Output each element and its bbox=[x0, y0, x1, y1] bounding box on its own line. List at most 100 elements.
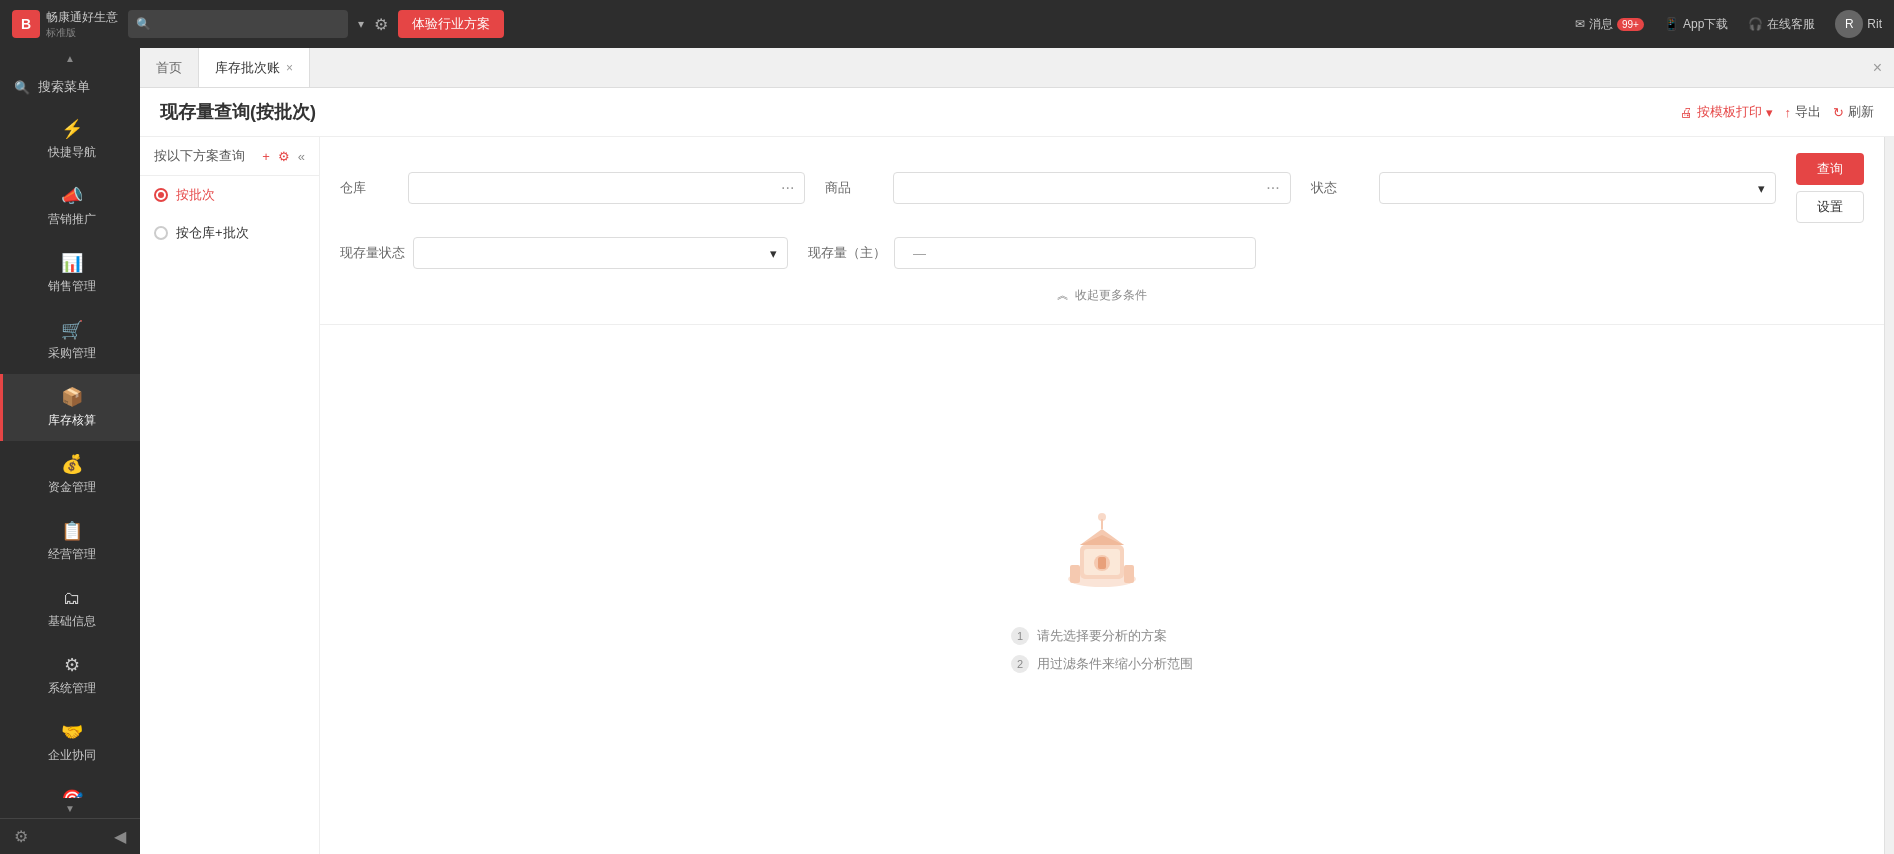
query-button[interactable]: 查询 bbox=[1796, 153, 1864, 185]
status-dropdown-icon: ▾ bbox=[1758, 181, 1765, 196]
status-select[interactable]: ▾ bbox=[1379, 172, 1776, 204]
sidebar-item-quick-nav[interactable]: ⚡ 快捷导航 bbox=[0, 106, 140, 173]
stock-status-select[interactable]: ▾ bbox=[413, 237, 788, 269]
sidebar-item-inventory[interactable]: 📦 库存核算 bbox=[0, 374, 140, 441]
settings-bottom-icon[interactable]: ⚙ bbox=[14, 827, 28, 846]
export-icon: ↑ bbox=[1785, 105, 1792, 120]
tab-home-label: 首页 bbox=[156, 59, 182, 77]
collapse-icon: ︽ bbox=[1057, 287, 1069, 304]
logo-text-group: 畅康通好生意 标准版 bbox=[46, 9, 118, 40]
print-dropdown-icon[interactable]: ▾ bbox=[1766, 105, 1773, 120]
status-label: 状态 bbox=[1311, 179, 1371, 197]
trial-button[interactable]: 体验行业方案 bbox=[398, 10, 504, 38]
tab-bar: 首页 库存批次账 × × bbox=[140, 48, 1894, 88]
user-item[interactable]: R Rit bbox=[1835, 10, 1882, 38]
sidebar: ▲ 🔍 搜索菜单 ⚡ 快捷导航 📣 营销推广 📊 销售管理 🛒 采购管理 bbox=[0, 48, 140, 854]
app-download-label: App下载 bbox=[1683, 16, 1728, 33]
search-bar[interactable]: 🔍 bbox=[128, 10, 348, 38]
avatar: R bbox=[1835, 10, 1863, 38]
scheme-by-batch[interactable]: 按批次 bbox=[140, 176, 319, 214]
sidebar-item-newbie[interactable]: 🎯 新手引导 bbox=[0, 776, 140, 798]
filter-row-1: 仓库 ··· 商品 ··· bbox=[340, 153, 1864, 223]
sidebar-label-quick-nav: 快捷导航 bbox=[48, 144, 96, 161]
sidebar-items: ⚡ 快捷导航 📣 营销推广 📊 销售管理 🛒 采购管理 📦 库存核算 💰 bbox=[0, 106, 140, 798]
sidebar-label-enterprise: 企业协同 bbox=[48, 747, 96, 764]
collapse-sidebar-icon[interactable]: ◀ bbox=[114, 827, 126, 846]
sidebar-label-system: 系统管理 bbox=[48, 680, 96, 697]
logo-icon: B bbox=[12, 10, 40, 38]
tab-inventory-batch[interactable]: 库存批次账 × bbox=[199, 48, 310, 87]
finance-icon: 💰 bbox=[61, 453, 83, 475]
svg-rect-6 bbox=[1098, 557, 1106, 569]
search-dropdown-icon[interactable]: ▾ bbox=[358, 17, 364, 31]
page-close-button[interactable]: × bbox=[1861, 48, 1894, 87]
stock-amount-label: 现存量（主） bbox=[808, 244, 886, 262]
left-panel-and-main: 按以下方案查询 + ⚙ « 按批次 按仓库+批次 bbox=[140, 137, 1894, 854]
empty-state: 1 请先选择要分析的方案 2 用过滤条件来缩小分析范围 bbox=[1011, 507, 1193, 673]
refresh-icon: ↻ bbox=[1833, 105, 1844, 120]
export-label: 导出 bbox=[1795, 103, 1821, 121]
radio-empty-icon bbox=[154, 226, 168, 240]
right-scrollbar[interactable] bbox=[1884, 137, 1894, 854]
stock-amount-range[interactable]: — bbox=[894, 237, 1256, 269]
purchase-icon: 🛒 bbox=[61, 319, 83, 341]
app-download-item[interactable]: 📱 App下载 bbox=[1664, 16, 1728, 33]
radio-filled-icon bbox=[154, 188, 168, 202]
marketing-icon: 📣 bbox=[61, 185, 83, 207]
stock-status-label: 现存量状态 bbox=[340, 244, 405, 262]
goods-input[interactable]: ··· bbox=[893, 172, 1290, 204]
collapse-filters-row[interactable]: ︽ 收起更多条件 bbox=[340, 283, 1864, 308]
sidebar-item-purchase[interactable]: 🛒 采购管理 bbox=[0, 307, 140, 374]
warehouse-input[interactable]: ··· bbox=[408, 172, 805, 204]
left-panel: 按以下方案查询 + ⚙ « 按批次 按仓库+批次 bbox=[140, 137, 320, 854]
sidebar-search-label: 搜索菜单 bbox=[38, 78, 90, 96]
tab-close-icon[interactable]: × bbox=[286, 61, 293, 75]
gear-icon[interactable]: ⚙ bbox=[374, 15, 388, 34]
headset-icon: 🎧 bbox=[1748, 17, 1763, 31]
content-area: 首页 库存批次账 × × 现存量查询(按批次) 🖨 按模板打印 ▾ ↑ 导出 bbox=[140, 48, 1894, 854]
sidebar-scroll-down[interactable]: ▼ bbox=[0, 798, 140, 818]
online-service-item[interactable]: 🎧 在线客服 bbox=[1748, 16, 1815, 33]
sidebar-item-basic[interactable]: 🗂 基础信息 bbox=[0, 575, 140, 642]
warehouse-label: 仓库 bbox=[340, 179, 400, 197]
collapse-panel-icon[interactable]: « bbox=[298, 149, 305, 164]
company-name: 畅康通好生意 bbox=[46, 9, 118, 26]
scheme-by-warehouse-batch[interactable]: 按仓库+批次 bbox=[140, 214, 319, 252]
sidebar-search[interactable]: 🔍 搜索菜单 bbox=[0, 68, 140, 106]
tip-item-2: 2 用过滤条件来缩小分析范围 bbox=[1011, 655, 1193, 673]
settings-scheme-icon[interactable]: ⚙ bbox=[278, 149, 290, 164]
page-title: 现存量查询(按批次) bbox=[160, 100, 316, 124]
top-bar-right: ✉ 消息 99+ 📱 App下载 🎧 在线客服 R Rit bbox=[1575, 10, 1882, 38]
refresh-button[interactable]: ↻ 刷新 bbox=[1833, 103, 1874, 121]
left-panel-title: 按以下方案查询 bbox=[154, 147, 245, 165]
main-content: 1 请先选择要分析的方案 2 用过滤条件来缩小分析范围 bbox=[320, 325, 1884, 854]
sidebar-label-purchase: 采购管理 bbox=[48, 345, 96, 362]
refresh-label: 刷新 bbox=[1848, 103, 1874, 121]
sidebar-scroll-up[interactable]: ▲ bbox=[0, 48, 140, 68]
export-button[interactable]: ↑ 导出 bbox=[1785, 103, 1822, 121]
filter-warehouse-group: 仓库 ··· bbox=[340, 172, 805, 204]
sidebar-label-basic: 基础信息 bbox=[48, 613, 96, 630]
print-icon: 🖨 bbox=[1680, 105, 1693, 120]
sidebar-item-system[interactable]: ⚙ 系统管理 bbox=[0, 642, 140, 709]
sidebar-item-operation[interactable]: 📋 经营管理 bbox=[0, 508, 140, 575]
filter-row-2: 现存量状态 ▾ 现存量（主） — bbox=[340, 237, 1864, 269]
tip-num-1: 1 bbox=[1011, 627, 1029, 645]
main-layout: ▲ 🔍 搜索菜单 ⚡ 快捷导航 📣 营销推广 📊 销售管理 🛒 采购管理 bbox=[0, 48, 1894, 854]
empty-tips: 1 请先选择要分析的方案 2 用过滤条件来缩小分析范围 bbox=[1011, 627, 1193, 673]
sidebar-item-finance[interactable]: 💰 资金管理 bbox=[0, 441, 140, 508]
inventory-icon: 📦 bbox=[61, 386, 83, 408]
message-item[interactable]: ✉ 消息 99+ bbox=[1575, 16, 1644, 33]
sidebar-item-marketing[interactable]: 📣 营销推广 bbox=[0, 173, 140, 240]
add-scheme-icon[interactable]: + bbox=[262, 149, 270, 164]
settings-button[interactable]: 设置 bbox=[1796, 191, 1864, 223]
newbie-icon: 🎯 bbox=[61, 788, 83, 798]
sidebar-item-enterprise[interactable]: 🤝 企业协同 bbox=[0, 709, 140, 776]
tab-home[interactable]: 首页 bbox=[140, 48, 199, 87]
print-button[interactable]: 🖨 按模板打印 ▾ bbox=[1680, 103, 1773, 121]
sidebar-item-sales[interactable]: 📊 销售管理 bbox=[0, 240, 140, 307]
goods-dots: ··· bbox=[1266, 179, 1279, 197]
left-panel-header: 按以下方案查询 + ⚙ « bbox=[140, 137, 319, 176]
message-label: 消息 bbox=[1589, 16, 1613, 33]
page-actions: 🖨 按模板打印 ▾ ↑ 导出 ↻ 刷新 bbox=[1680, 103, 1875, 121]
